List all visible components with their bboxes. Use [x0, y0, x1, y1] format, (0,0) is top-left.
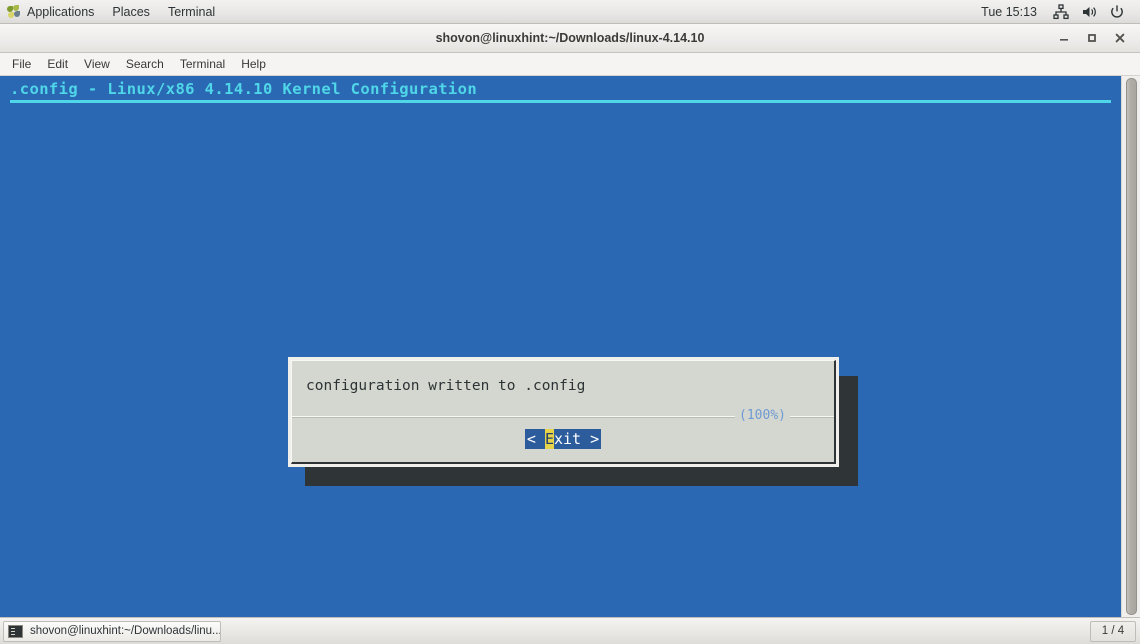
workspace-indicator-label: 1 / 4: [1101, 625, 1125, 637]
taskbar-window-button[interactable]: shovon@linuxhint:~/Downloads/linu...: [3, 620, 221, 642]
exit-button-prefix: <: [526, 430, 545, 448]
panel-menu-places[interactable]: Places: [103, 0, 159, 23]
gnome-foot-icon: [7, 4, 21, 19]
panel-menu-terminal[interactable]: Terminal: [159, 0, 224, 23]
menuconfig-title: .config - Linux/x86 4.14.10 Kernel Confi…: [10, 80, 478, 98]
menu-file[interactable]: File: [4, 55, 39, 73]
desktop-bottom-panel: shovon@linuxhint:~/Downloads/linu... 1 /…: [0, 617, 1140, 644]
dialog-progress-percent: (100%): [735, 408, 790, 423]
volume-icon[interactable]: [1081, 4, 1097, 20]
terminal-scrollbar[interactable]: [1121, 76, 1140, 617]
dialog-button-row: < Exit >: [292, 429, 834, 449]
network-icon[interactable]: [1053, 3, 1069, 20]
panel-menu-applications-label: Applications: [27, 4, 95, 19]
window-title: shovon@linuxhint:~/Downloads/linux-4.14.…: [435, 31, 705, 45]
exit-button-hotkey: E: [544, 429, 554, 449]
scrollbar-thumb[interactable]: [1126, 78, 1137, 615]
workspace-indicator[interactable]: 1 / 4: [1090, 620, 1136, 642]
menu-view[interactable]: View: [76, 55, 118, 73]
terminal-icon: [8, 624, 23, 638]
desktop-top-panel: Applications Places Terminal Tue 15:13: [0, 0, 1140, 24]
panel-menu-applications[interactable]: Applications: [0, 0, 103, 23]
maximize-button[interactable]: [1078, 27, 1106, 49]
config-written-dialog: configuration written to .config (100%) …: [288, 357, 839, 467]
menubar: File Edit View Search Terminal Help: [0, 53, 1140, 76]
minimize-button[interactable]: [1050, 27, 1078, 49]
dialog-inner-frame: configuration written to .config (100%) …: [291, 360, 836, 464]
panel-menu-terminal-label: Terminal: [167, 4, 216, 19]
menu-terminal[interactable]: Terminal: [172, 55, 233, 73]
taskbar-window-label: shovon@linuxhint:~/Downloads/linu...: [30, 625, 221, 637]
window-titlebar[interactable]: shovon@linuxhint:~/Downloads/linux-4.14.…: [0, 24, 1140, 53]
terminal-window: shovon@linuxhint:~/Downloads/linux-4.14.…: [0, 24, 1140, 617]
close-button[interactable]: [1106, 27, 1134, 49]
dialog-message: configuration written to .config: [306, 378, 586, 394]
menuconfig-title-rule: [10, 100, 1111, 103]
exit-button-suffix: >: [581, 430, 600, 448]
panel-clock[interactable]: Tue 15:13: [971, 5, 1047, 19]
menu-search[interactable]: Search: [118, 55, 172, 73]
terminal-content-area[interactable]: .config - Linux/x86 4.14.10 Kernel Confi…: [0, 76, 1140, 617]
exit-button[interactable]: < Exit >: [524, 429, 602, 449]
panel-menu-places-label: Places: [112, 4, 150, 19]
power-icon[interactable]: [1109, 4, 1125, 20]
panel-status-group: Tue 15:13: [971, 0, 1140, 23]
window-controls: [1050, 27, 1140, 49]
menu-edit[interactable]: Edit: [39, 55, 76, 73]
panel-menu-group: Applications Places Terminal: [0, 0, 224, 23]
exit-button-rest: xit: [553, 430, 582, 448]
menu-help[interactable]: Help: [233, 55, 274, 73]
menuconfig-screen: .config - Linux/x86 4.14.10 Kernel Confi…: [0, 76, 1121, 617]
